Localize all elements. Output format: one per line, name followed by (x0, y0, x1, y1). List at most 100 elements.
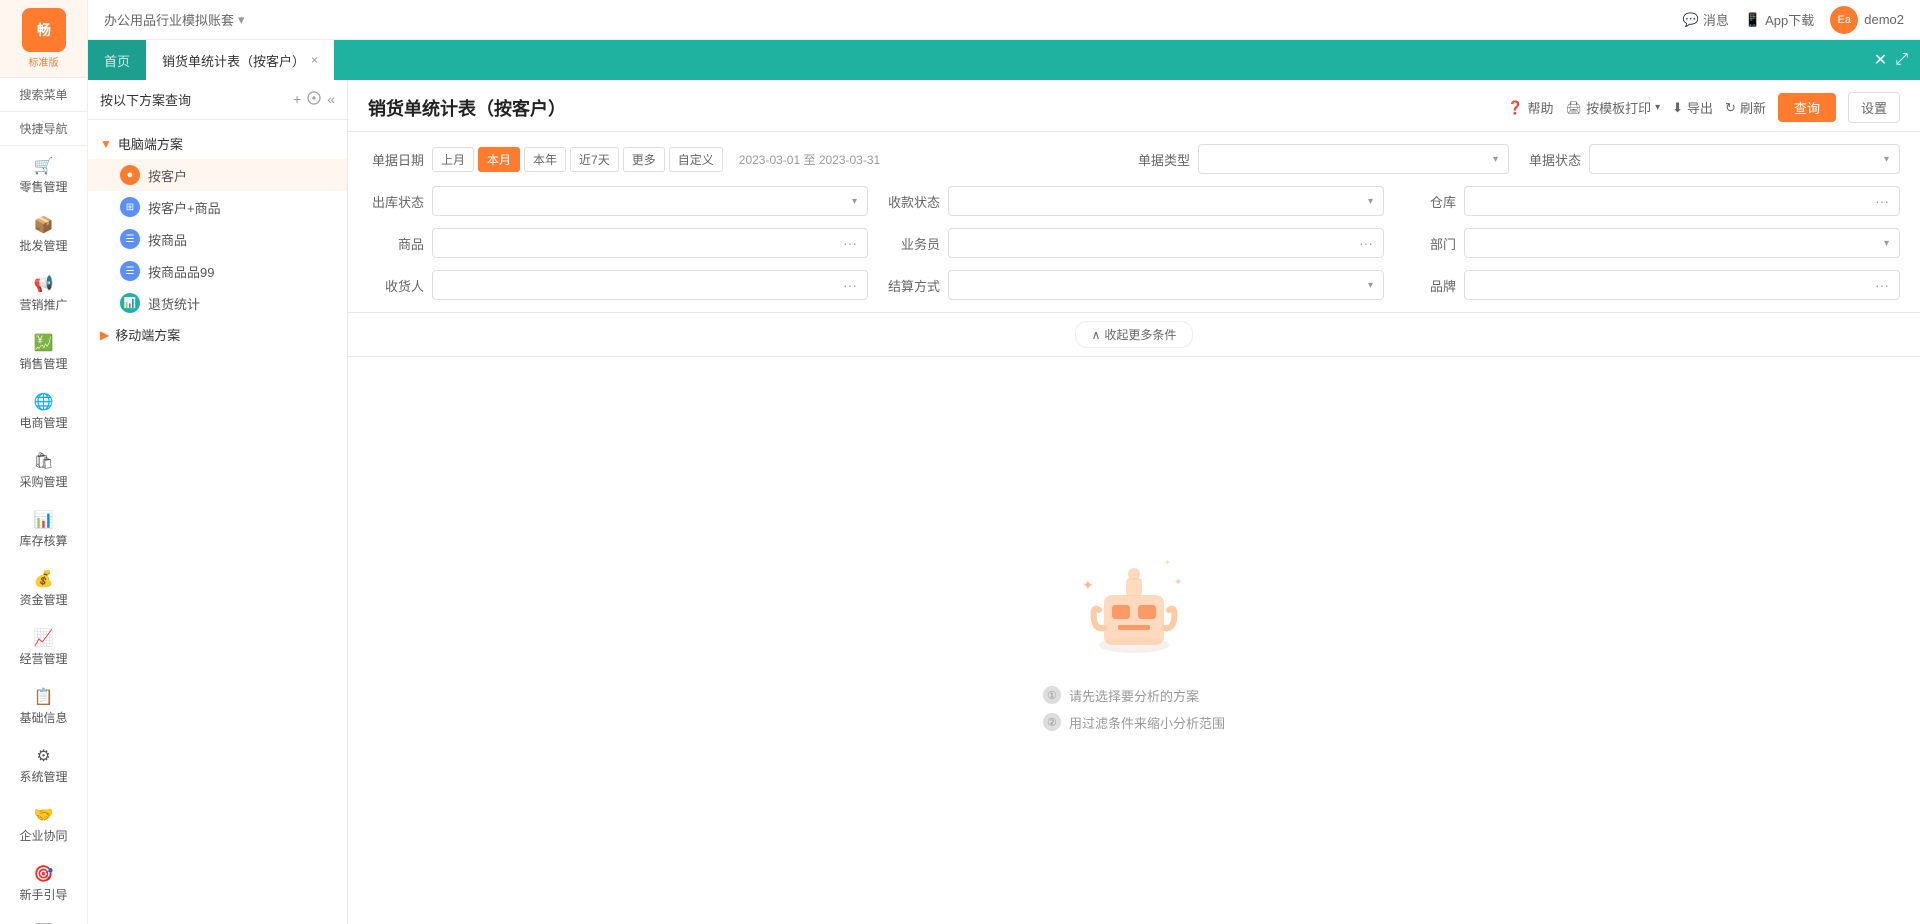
scheme-by-product[interactable]: ☰ 按商品 (88, 223, 347, 255)
empty-tip-2: ② 用过滤条件来缩小分析范围 (1043, 713, 1225, 732)
date-last-month-btn[interactable]: 上月 (432, 147, 474, 172)
tab-close-icon[interactable]: × (311, 53, 318, 67)
app-download-action[interactable]: 📱 App下载 (1745, 10, 1814, 29)
sidebar-item-sales[interactable]: 💹 销售管理 (0, 323, 87, 382)
message-action[interactable]: 💬 消息 (1683, 10, 1729, 29)
staff-input[interactable]: ··· (948, 228, 1384, 258)
query-button[interactable]: 查询 (1778, 93, 1836, 122)
scheme-by-product99-icon: ☰ (120, 261, 140, 281)
scheme-customer-product[interactable]: ⊞ 按客户+商品 (88, 191, 347, 223)
sidebar-menu: 🛒 零售管理 📦 批发管理 📢 营销推广 💹 销售管理 🌐 电商管理 🛍 采购管… (0, 146, 87, 924)
inventory-icon: 📊 (34, 510, 54, 530)
brand-label: 品牌 (1400, 276, 1456, 295)
sidebar-item-wholesale[interactable]: 📦 批发管理 (0, 205, 87, 264)
sidebar-item-enterprise-label: 企业协同 (19, 827, 67, 844)
settings-button[interactable]: 设置 (1848, 92, 1900, 123)
sidebar-item-marketing[interactable]: 📢 营销推广 (0, 264, 87, 323)
brand-dots[interactable]: ··· (1875, 277, 1889, 293)
tab-window-expand[interactable]: ⤢ (1895, 51, 1908, 69)
header-industry-title: 办公用品行业模拟账套 ▾ (104, 10, 245, 29)
settlement-chevron: ▾ (1368, 280, 1373, 291)
basic-icon: 📋 (34, 687, 54, 707)
order-type-input[interactable]: ▾ (1198, 144, 1509, 174)
date-this-year-btn[interactable]: 本年 (524, 147, 566, 172)
stock-status-input[interactable]: ▾ (432, 186, 868, 216)
collapse-row: ∧ 收起更多条件 (348, 313, 1920, 357)
product-label: 商品 (368, 234, 424, 253)
user-name: demo2 (1864, 12, 1904, 27)
sidebar-item-retail[interactable]: 🛒 零售管理 (0, 146, 87, 205)
collapse-label: 收起更多条件 (1104, 326, 1176, 343)
sidebar-item-enterprise[interactable]: 🤝 企业协同 (0, 795, 87, 854)
scheme-refund-stats[interactable]: 📊 退货统计 (88, 287, 347, 319)
date-custom-btn[interactable]: 自定义 (669, 147, 723, 172)
warehouse-dots[interactable]: ··· (1875, 193, 1889, 209)
add-scheme-button[interactable]: + (293, 91, 301, 108)
warehouse-input[interactable]: ··· (1464, 186, 1900, 216)
top-header: 办公用品行业模拟账套 ▾ 💬 消息 📱 App下载 Ea demo2 (88, 0, 1920, 40)
sidebar-item-inventory-label: 库存核算 (19, 532, 67, 549)
sidebar-quick-nav[interactable]: 快捷导航 (0, 112, 87, 146)
order-status-input[interactable]: ▾ (1589, 144, 1900, 174)
date-last7-btn[interactable]: 近7天 (570, 147, 619, 172)
scheme-by-product99[interactable]: ☰ 按商品品99 (88, 255, 347, 287)
filter-row-4: 收货人 ··· 结算方式 ▾ 品牌 (368, 270, 1900, 300)
print-button[interactable]: 🖨 按模板打印 ▾ (1566, 98, 1661, 117)
sidebar-item-ecommerce-label: 电商管理 (19, 414, 67, 431)
tab-active-label: 销货单统计表（按客户） (162, 51, 305, 70)
sidebar-item-system-label: 系统管理 (19, 768, 67, 785)
sidebar-item-newbie[interactable]: 🎯 新手引导 (0, 854, 87, 913)
payment-status-input[interactable]: ▾ (948, 186, 1384, 216)
sidebar-item-operation[interactable]: 📈 经营管理 (0, 618, 87, 677)
receiver-dots[interactable]: ··· (843, 277, 857, 293)
sidebar-item-purchase[interactable]: 🛍 采购管理 (0, 441, 87, 500)
date-this-month-btn[interactable]: 本月 (478, 147, 520, 172)
sidebar-item-finance[interactable]: 💰 资金管理 (0, 559, 87, 618)
edit-scheme-button[interactable] (307, 91, 321, 108)
collapse-panel-button[interactable]: « (327, 91, 335, 108)
help-button[interactable]: ❓ 帮助 (1507, 98, 1553, 117)
date-more-btn[interactable]: 更多 (623, 147, 665, 172)
filter-row-1: 单据日期 上月 本月 本年 近7天 更多 自定义 2023-03-01 至 20… (368, 144, 1900, 174)
retail-icon: 🛒 (34, 156, 54, 176)
print-dropdown-icon[interactable]: ▾ (1655, 102, 1660, 113)
enterprise-icon: 🤝 (34, 805, 54, 825)
scheme-by-customer[interactable]: ● 按客户 (88, 159, 347, 191)
brand-input[interactable]: ··· (1464, 270, 1900, 300)
finance-icon: 💰 (34, 569, 54, 589)
empty-illustration: ✦ ✦ ✦ (1074, 550, 1194, 670)
filter-receiver-field: 收货人 ··· (368, 270, 868, 300)
product-input[interactable]: ··· (432, 228, 868, 258)
receiver-input[interactable]: ··· (432, 270, 868, 300)
sidebar-item-basic[interactable]: 📋 基础信息 (0, 677, 87, 736)
main-area: 办公用品行业模拟账套 ▾ 💬 消息 📱 App下载 Ea demo2 首页 (88, 0, 1920, 924)
collapse-button[interactable]: ∧ 收起更多条件 (1075, 321, 1194, 348)
tab-active[interactable]: 销货单统计表（按客户） × (146, 40, 334, 80)
refresh-button[interactable]: ↻ 刷新 (1725, 98, 1766, 117)
sidebar-item-system[interactable]: ⚙ 系统管理 (0, 736, 87, 795)
sidebar-item-apps[interactable]: 🔲 应用中心 (0, 913, 87, 924)
sidebar-search[interactable]: 搜索菜单 (0, 78, 87, 112)
staff-dots[interactable]: ··· (1359, 235, 1373, 251)
department-input[interactable]: ▾ (1464, 228, 1900, 258)
tab-home[interactable]: 首页 (88, 40, 146, 80)
date-quick-buttons: 上月 本月 本年 近7天 更多 自定义 (432, 147, 723, 172)
user-avatar: Ea (1830, 6, 1858, 34)
sidebar-item-sales-label: 销售管理 (19, 355, 67, 372)
sidebar-item-ecommerce[interactable]: 🌐 电商管理 (0, 382, 87, 441)
export-button[interactable]: ⬇ 导出 (1672, 98, 1713, 117)
tab-window-close[interactable]: ✕ (1874, 50, 1887, 70)
system-icon: ⚙ (36, 746, 50, 766)
desktop-group-header[interactable]: ▼ 电脑端方案 (88, 128, 347, 159)
industry-dropdown-icon[interactable]: ▾ (238, 12, 245, 28)
tab-home-label: 首页 (104, 51, 130, 70)
empty-tips: ① 请先选择要分析的方案 ② 用过滤条件来缩小分析范围 (1043, 686, 1225, 732)
product-dots[interactable]: ··· (843, 235, 857, 251)
user-profile-action[interactable]: Ea demo2 (1830, 6, 1904, 34)
sidebar-item-inventory[interactable]: 📊 库存核算 (0, 500, 87, 559)
mobile-group-header[interactable]: ▶ 移动端方案 (88, 319, 347, 350)
newbie-icon: 🎯 (34, 864, 54, 884)
settlement-input[interactable]: ▾ (948, 270, 1384, 300)
svg-text:畅: 畅 (37, 22, 51, 38)
sidebar-item-marketing-label: 营销推广 (19, 296, 67, 313)
